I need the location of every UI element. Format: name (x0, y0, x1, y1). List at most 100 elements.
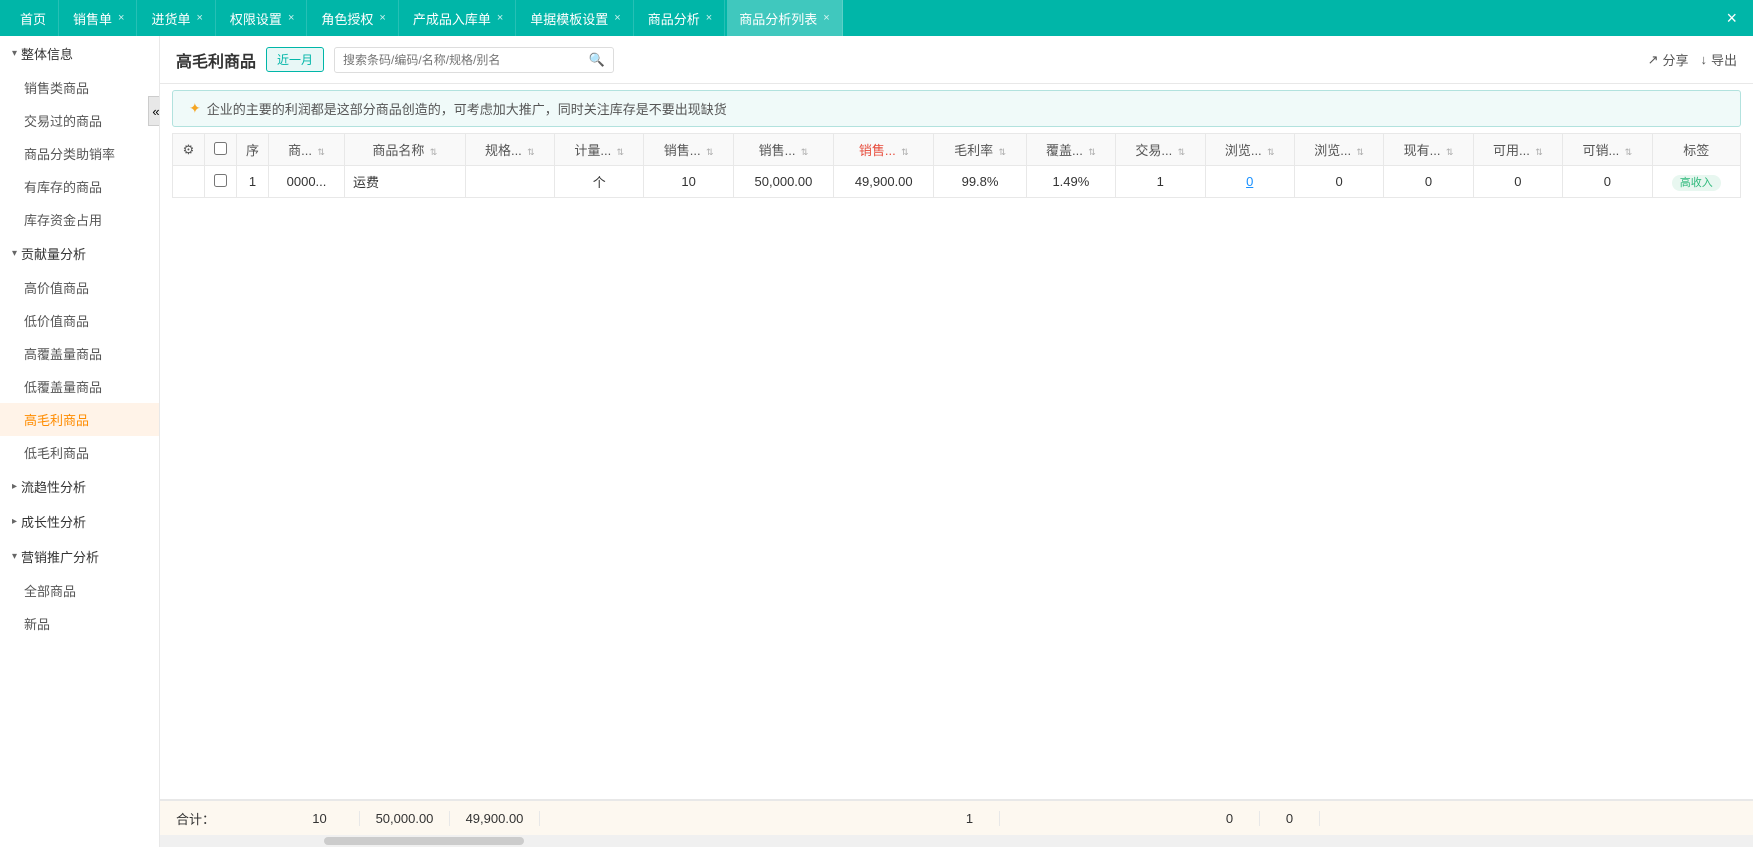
sort-coverage-icon[interactable]: ⇅ (1088, 147, 1096, 157)
nav-home[interactable]: 首页 (8, 0, 59, 36)
th-browse2: 浏览... ⇅ (1294, 134, 1383, 166)
nav-product-analysis[interactable]: 商品分析 × (636, 0, 725, 36)
th-current-stock: 现有... ⇅ (1384, 134, 1473, 166)
total-sales-count: 10 (280, 811, 360, 826)
export-icon: ↓ (1700, 52, 1707, 67)
search-button[interactable]: 🔍 (581, 48, 613, 72)
nav-permission-settings[interactable]: 权限设置 × (218, 0, 307, 36)
horizontal-scrollbar[interactable] (160, 835, 1753, 847)
sort-unit-icon[interactable]: ⇅ (617, 147, 625, 157)
total-available-stock: 0 (1260, 811, 1320, 826)
td-sales-profit: 49,900.00 (834, 166, 934, 198)
td-sales-amount: 50,000.00 (733, 166, 833, 198)
sidebar-item-low-value[interactable]: 低价值商品 (0, 304, 159, 337)
sidebar-item-high-value[interactable]: 高价值商品 (0, 271, 159, 304)
th-tag: 标签 (1652, 134, 1740, 166)
sidebar-section-overall[interactable]: ▾ 整体信息 (0, 36, 159, 71)
section-arrow-trend: ▸ (12, 481, 17, 492)
td-coverage: 1.49% (1026, 166, 1115, 198)
close-product-analysis-list-icon[interactable]: × (823, 12, 829, 24)
sort-gross-margin-icon[interactable]: ⇅ (998, 147, 1006, 157)
close-product-analysis-icon[interactable]: × (706, 12, 712, 24)
nav-role-auth[interactable]: 角色授权 × (309, 0, 398, 36)
time-filter-button[interactable]: 近一月 (266, 47, 324, 72)
close-sales-order-icon[interactable]: × (118, 12, 124, 24)
td-browse1[interactable]: 0 (1205, 166, 1294, 198)
td-available-stock: 0 (1473, 166, 1562, 198)
sidebar-item-stock-capital[interactable]: 库存资金占用 (0, 203, 159, 236)
th-coverage: 覆盖... ⇅ (1026, 134, 1115, 166)
nav-product-analysis-list[interactable]: 商品分析列表 × (727, 0, 842, 36)
sidebar-item-new-products[interactable]: 新品 (0, 607, 159, 640)
sort-name-icon[interactable]: ⇅ (430, 147, 438, 157)
sidebar-item-high-margin[interactable]: 高毛利商品 (0, 403, 159, 436)
nav-sales-order[interactable]: 销售单 × (61, 0, 137, 36)
close-permission-icon[interactable]: × (288, 12, 294, 24)
sidebar-section-marketing[interactable]: ▾ 营销推广分析 (0, 539, 159, 574)
sort-sales-count-icon[interactable]: ⇅ (706, 147, 714, 157)
sidebar-item-traded-goods[interactable]: 交易过的商品 (0, 104, 159, 137)
sidebar: ▾ 整体信息 销售类商品 交易过的商品 商品分类助销率 有库存的商品 库存资金占… (0, 36, 160, 847)
export-button[interactable]: ↓ 导出 (1700, 50, 1737, 69)
table-body: 1 0000... 运费 个 (173, 166, 1741, 198)
page-title: 高毛利商品 (176, 48, 256, 72)
share-icon: ↗ (1648, 52, 1659, 68)
select-all-checkbox[interactable] (214, 142, 227, 155)
share-button[interactable]: ↗ 分享 (1648, 50, 1689, 69)
section-arrow-overall: ▾ (12, 48, 17, 59)
main-layout: ▾ 整体信息 销售类商品 交易过的商品 商品分类助销率 有库存的商品 库存资金占… (0, 36, 1753, 847)
sort-spec-icon[interactable]: ⇅ (527, 147, 535, 157)
td-transaction: 1 (1116, 166, 1205, 198)
table-wrapper[interactable]: ⚙ 序 商... ⇅ 商品名称 (160, 133, 1753, 799)
scrollbar-thumb[interactable] (324, 837, 524, 845)
td-browse2: 0 (1294, 166, 1383, 198)
sort-browse2-icon[interactable]: ⇅ (1356, 147, 1364, 157)
sidebar-section-trend[interactable]: ▸ 流趋性分析 (0, 469, 159, 504)
nav-template-settings[interactable]: 单据模板设置 × (518, 0, 633, 36)
sidebar-item-all-goods[interactable]: 全部商品 (0, 574, 159, 607)
nav-purchase-order[interactable]: 进货单 × (139, 0, 215, 36)
sidebar-section-contribution-items: 高价值商品 低价值商品 高覆盖量商品 低覆盖量商品 高毛利商品 低毛利商品 (0, 271, 159, 469)
sort-browse1-icon[interactable]: ⇅ (1267, 147, 1275, 157)
close-template-icon[interactable]: × (614, 12, 620, 24)
sort-available-stock-icon[interactable]: ⇅ (1535, 147, 1543, 157)
sidebar-section-contribution[interactable]: ▾ 贡献量分析 (0, 236, 159, 271)
sort-code-icon[interactable]: ⇅ (317, 147, 325, 157)
footer-totals: 合计： 10 50,000.00 49,900.00 1 0 (160, 799, 1753, 835)
close-product-inbound-icon[interactable]: × (497, 12, 503, 24)
sort-transaction-icon[interactable]: ⇅ (1178, 147, 1186, 157)
th-code: 商... ⇅ (269, 134, 345, 166)
sort-sellable-stock-icon[interactable]: ⇅ (1625, 147, 1633, 157)
td-tag: 高收入 (1652, 166, 1740, 198)
close-role-auth-icon[interactable]: × (379, 12, 385, 24)
sidebar-item-in-stock-goods[interactable]: 有库存的商品 (0, 170, 159, 203)
close-all-tabs-button[interactable]: × (1718, 8, 1745, 29)
th-checkbox[interactable] (205, 134, 237, 166)
th-gross-margin: 毛利率 ⇅ (934, 134, 1026, 166)
th-spec: 规格... ⇅ (465, 134, 554, 166)
sidebar-section-growth[interactable]: ▸ 成长性分析 (0, 504, 159, 539)
info-banner: ✦ 企业的主要的利润都是这部分商品创造的，可考虑加大推广，同时关注库存是不要出现… (172, 90, 1741, 127)
sidebar-item-low-margin[interactable]: 低毛利商品 (0, 436, 159, 469)
th-settings[interactable]: ⚙ (173, 134, 205, 166)
total-sales-amount: 50,000.00 (360, 811, 450, 826)
nav-product-inbound[interactable]: 产成品入库单 × (401, 0, 516, 36)
top-navigation: 首页 销售单 × 进货单 × 权限设置 × 角色授权 × 产成品入库单 × 单据… (0, 0, 1753, 36)
close-purchase-order-icon[interactable]: × (196, 12, 202, 24)
tag-badge: 高收入 (1672, 175, 1721, 191)
sidebar-collapse-button[interactable]: « (148, 96, 160, 126)
sidebar-item-sales-goods[interactable]: 销售类商品 (0, 71, 159, 104)
row-checkbox[interactable] (214, 174, 227, 187)
header-actions: ↗ 分享 ↓ 导出 (1648, 50, 1737, 69)
sort-current-stock-icon[interactable]: ⇅ (1446, 147, 1454, 157)
sort-sales-profit-icon[interactable]: ⇅ (901, 147, 909, 157)
sidebar-item-category-sales-rate[interactable]: 商品分类助销率 (0, 137, 159, 170)
table-header-row: ⚙ 序 商... ⇅ 商品名称 (173, 134, 1741, 166)
search-input[interactable] (335, 49, 581, 71)
sort-sales-amount-icon[interactable]: ⇅ (801, 147, 809, 157)
total-label: 合计： (160, 809, 280, 828)
sidebar-item-low-coverage[interactable]: 低覆盖量商品 (0, 370, 159, 403)
th-sales-profit: 销售... ⇅ (834, 134, 934, 166)
sidebar-item-high-coverage[interactable]: 高覆盖量商品 (0, 337, 159, 370)
td-checkbox[interactable] (205, 166, 237, 198)
